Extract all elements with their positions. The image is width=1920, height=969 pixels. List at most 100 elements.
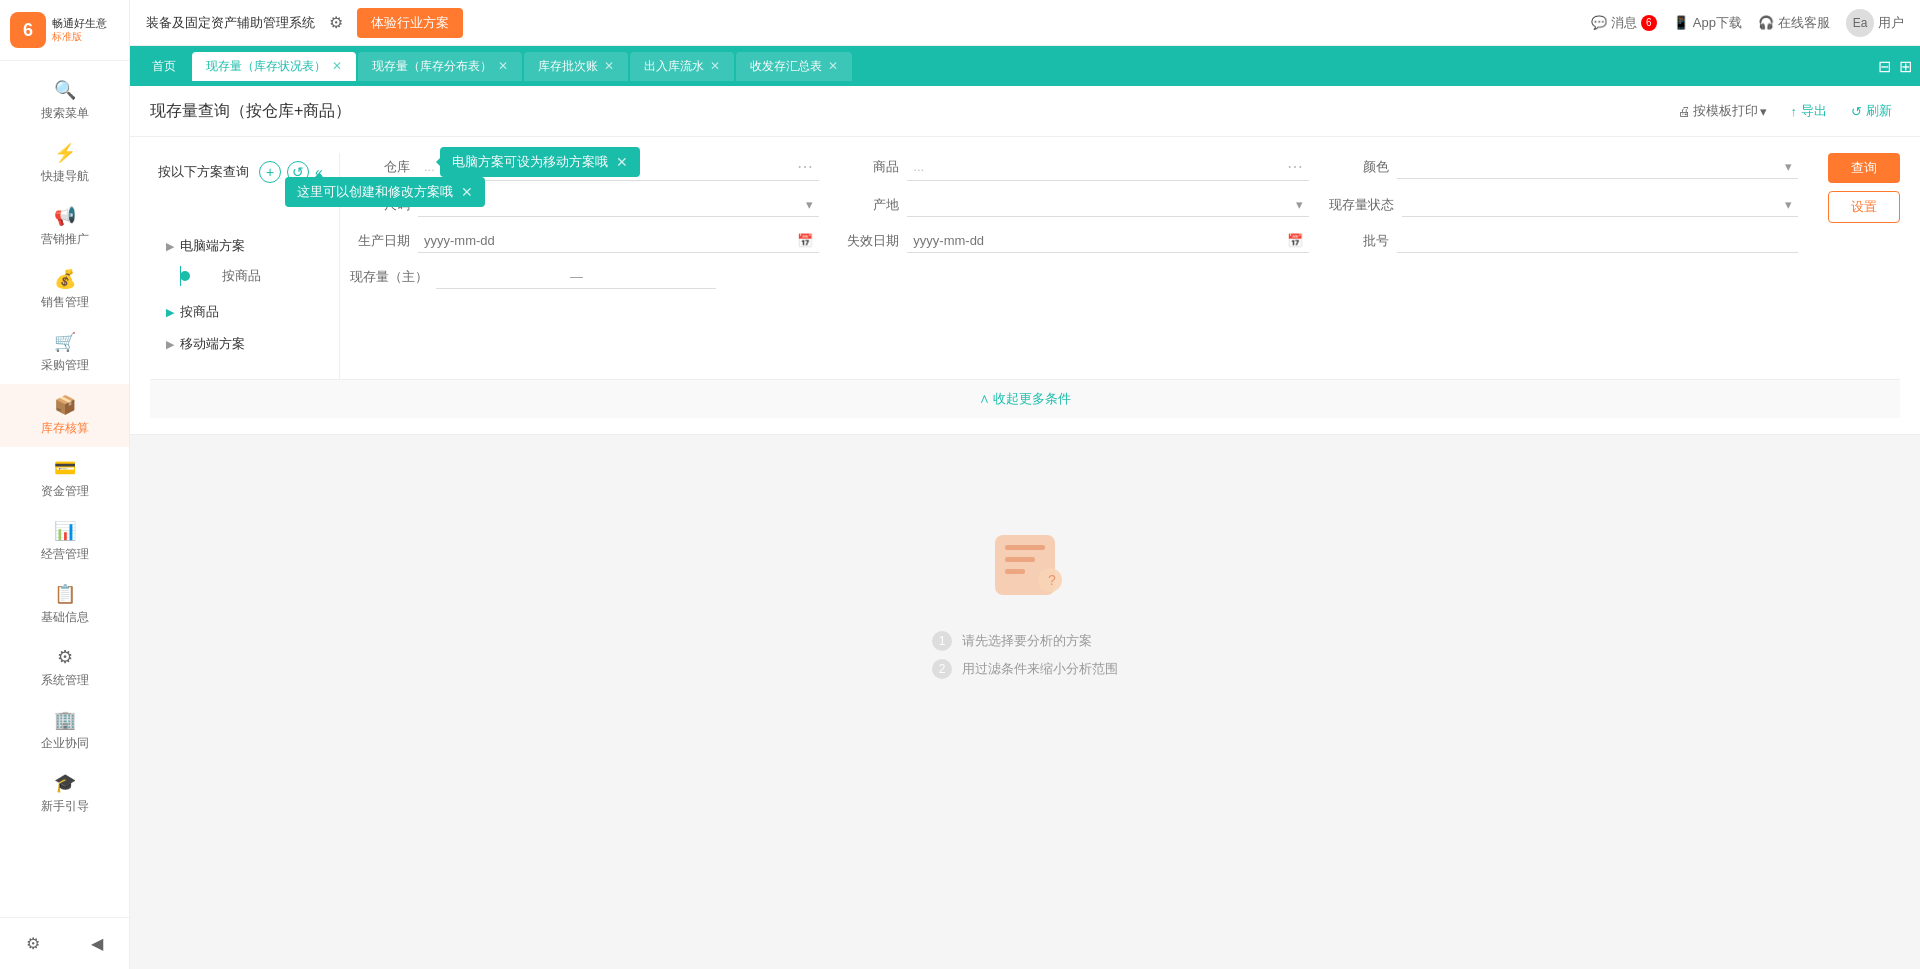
color-dropdown-icon: ▾ [1785, 159, 1792, 174]
popover-scheme-text: 电脑方案可设为移动方案哦 [452, 153, 608, 171]
scheme-tree: ▶ 电脑端方案 按商品 ▶ 按商 [158, 233, 331, 357]
sidebar-item-search[interactable]: 🔍 搜索菜单 [0, 69, 129, 132]
expire-date-wrap: 📅 [907, 229, 1308, 253]
pc-scheme-header[interactable]: ▶ 电脑端方案 [158, 233, 331, 259]
tab-inout-flow-close[interactable]: ✕ [710, 59, 720, 73]
tab-receive-dispatch-close[interactable]: ✕ [828, 59, 838, 73]
reset-button[interactable]: 设置 [1828, 191, 1900, 223]
sidebar-item-system-label: 系统管理 [41, 672, 89, 689]
query-button[interactable]: 查询 [1828, 153, 1900, 183]
filter-section: 电脑方案可设为移动方案哦 ✕ 按以下方案查询 + ↺ « [130, 137, 1920, 435]
sidebar-item-quick-nav[interactable]: ⚡ 快捷导航 [0, 132, 129, 195]
collapse-sidebar-button[interactable]: ◀ [87, 930, 107, 957]
right-panel: 仓库 ... ⋯ 商品 ... ⋯ [340, 153, 1808, 379]
sidebar-item-operations[interactable]: 📊 经营管理 [0, 510, 129, 573]
collapse-filter-button[interactable]: ∧ 收起更多条件 [150, 379, 1900, 418]
sidebar-item-purchase[interactable]: 🛒 采购管理 [0, 321, 129, 384]
tab-inventory-dist[interactable]: 现存量（库存分布表） ✕ [358, 52, 522, 81]
mobile-scheme-group: ▶ 移动端方案 [158, 331, 331, 357]
dot-icon [180, 271, 190, 281]
header-right: 💬 消息 6 📱 App下载 🎧 在线客服 Ea 用户 [1591, 9, 1904, 37]
industry-button[interactable]: 体验行业方案 [357, 8, 463, 38]
goods-select-value: ... [913, 159, 924, 174]
popover-edit-close[interactable]: ✕ [461, 184, 473, 200]
refresh-button[interactable]: ↺ 刷新 [1843, 98, 1900, 124]
sidebar-item-enterprise-label: 企业协同 [41, 735, 89, 752]
export-button[interactable]: ↑ 导出 [1783, 98, 1836, 124]
tab-batch-ledger[interactable]: 库存批次账 ✕ [524, 52, 628, 81]
popover-edit-text: 这里可以创建和修改方案哦 [297, 183, 453, 201]
user-area[interactable]: Ea 用户 [1846, 9, 1904, 37]
sidebar-item-system[interactable]: ⚙ 系统管理 [0, 636, 129, 699]
tab-batch-ledger-close[interactable]: ✕ [604, 59, 614, 73]
warehouse-label-row: ▶ 按商品 [158, 299, 331, 325]
sidebar-item-sales[interactable]: 💰 销售管理 [0, 258, 129, 321]
tab-receive-dispatch[interactable]: 收发存汇总表 ✕ [736, 52, 852, 81]
tab-minimize-button[interactable]: ⊟ [1878, 57, 1891, 76]
settings-button[interactable]: ⚙ [22, 930, 44, 957]
logo-text: 畅通好生意 [52, 16, 107, 30]
batch-filter-row: 批号 [1329, 229, 1798, 253]
goods-filter-row: 商品 ... ⋯ [839, 153, 1308, 181]
main-content: 装备及固定资产辅助管理系统 ⚙ 体验行业方案 💬 消息 6 📱 App下载 🎧 … [130, 0, 1920, 969]
produce-date-calendar-icon[interactable]: 📅 [797, 233, 813, 248]
pc-scheme-label: 电脑端方案 [180, 237, 245, 255]
logo-icon: 6 [10, 12, 46, 48]
top-header: 装备及固定资产辅助管理系统 ⚙ 体验行业方案 💬 消息 6 📱 App下载 🎧 … [130, 0, 1920, 46]
origin-filter-label: 产地 [839, 196, 899, 214]
popover-edit: 这里可以创建和修改方案哦 ✕ [285, 177, 485, 207]
sidebar-item-enterprise[interactable]: 🏢 企业协同 [0, 699, 129, 762]
tab-inout-flow[interactable]: 出入库流水 ✕ [630, 52, 734, 81]
goods-select[interactable]: ... ⋯ [907, 153, 1308, 181]
tab-home[interactable]: 首页 [138, 52, 190, 81]
tab-inventory-status[interactable]: 现存量（库存状况表） ✕ [192, 52, 356, 81]
operations-icon: 📊 [54, 520, 76, 542]
mobile-chevron-icon: ▶ [166, 338, 174, 351]
batch-input[interactable] [1397, 229, 1798, 253]
sidebar-item-purchase-label: 采购管理 [41, 357, 89, 374]
online-service-button[interactable]: 🎧 在线客服 [1758, 14, 1830, 32]
filter-main: 按以下方案查询 + ↺ « 这里可以创建和修改方案哦 ✕ [150, 153, 1900, 379]
expire-date-input[interactable] [913, 233, 1286, 248]
tab-inout-flow-label: 出入库流水 [644, 58, 704, 75]
expire-date-calendar-icon[interactable]: 📅 [1287, 233, 1303, 248]
tab-inventory-status-close[interactable]: ✕ [332, 59, 342, 73]
sidebar-item-marketing[interactable]: 📢 营销推广 [0, 195, 129, 258]
sidebar-item-base-info[interactable]: 📋 基础信息 [0, 573, 129, 636]
qty-max-input[interactable] [591, 269, 711, 284]
header-settings-button[interactable]: ⚙ [325, 9, 347, 36]
sidebar-item-search-label: 搜索菜单 [41, 105, 89, 122]
add-scheme-button[interactable]: + [259, 161, 281, 183]
sidebar-item-guide[interactable]: 🎓 新手引导 [0, 762, 129, 825]
messages-button[interactable]: 💬 消息 6 [1591, 14, 1657, 32]
produce-date-input[interactable] [424, 233, 797, 248]
tab-bar: 首页 现存量（库存状况表） ✕ 现存量（库存分布表） ✕ 库存批次账 ✕ 出入库… [130, 46, 1920, 86]
qty-range-wrap: — [436, 265, 716, 289]
tab-inventory-dist-close[interactable]: ✕ [498, 59, 508, 73]
print-button[interactable]: 🖨 按模板打印 ▾ [1670, 98, 1775, 124]
tab-maximize-button[interactable]: ⊞ [1899, 57, 1912, 76]
mobile-scheme-header[interactable]: ▶ 移动端方案 [158, 331, 331, 357]
service-icon: 🎧 [1758, 15, 1774, 30]
sidebar-item-guide-label: 新手引导 [41, 798, 89, 815]
sidebar-item-finance[interactable]: 💳 资金管理 [0, 447, 129, 510]
origin-select[interactable]: ▾ [907, 193, 1308, 217]
printer-icon: 🖨 [1678, 104, 1691, 119]
message-icon: 💬 [1591, 15, 1607, 30]
sidebar-item-inventory[interactable]: 📦 库存核算 [0, 384, 129, 447]
step-1-num: 1 [932, 631, 952, 651]
qty-min-input[interactable] [442, 269, 562, 284]
purchase-icon: 🛒 [54, 331, 76, 353]
app-download-button[interactable]: 📱 App下载 [1673, 14, 1742, 32]
stock-status-select[interactable]: ▾ [1402, 193, 1798, 217]
sidebar-bottom: ⚙ ◀ [0, 917, 129, 969]
empty-step-1: 1 请先选择要分析的方案 [932, 631, 1118, 651]
color-select[interactable]: ▾ [1397, 155, 1798, 179]
sidebar-item-inventory-label: 库存核算 [41, 420, 89, 437]
popover-scheme-close[interactable]: ✕ [616, 154, 628, 170]
pc-scheme-item[interactable]: 按商品 [194, 263, 269, 289]
user-label: 用户 [1878, 14, 1904, 32]
sidebar-item-marketing-label: 营销推广 [41, 231, 89, 248]
tab-inventory-status-label: 现存量（库存状况表） [206, 58, 326, 75]
logo-area: 6 畅通好生意 标准版 [0, 0, 129, 61]
